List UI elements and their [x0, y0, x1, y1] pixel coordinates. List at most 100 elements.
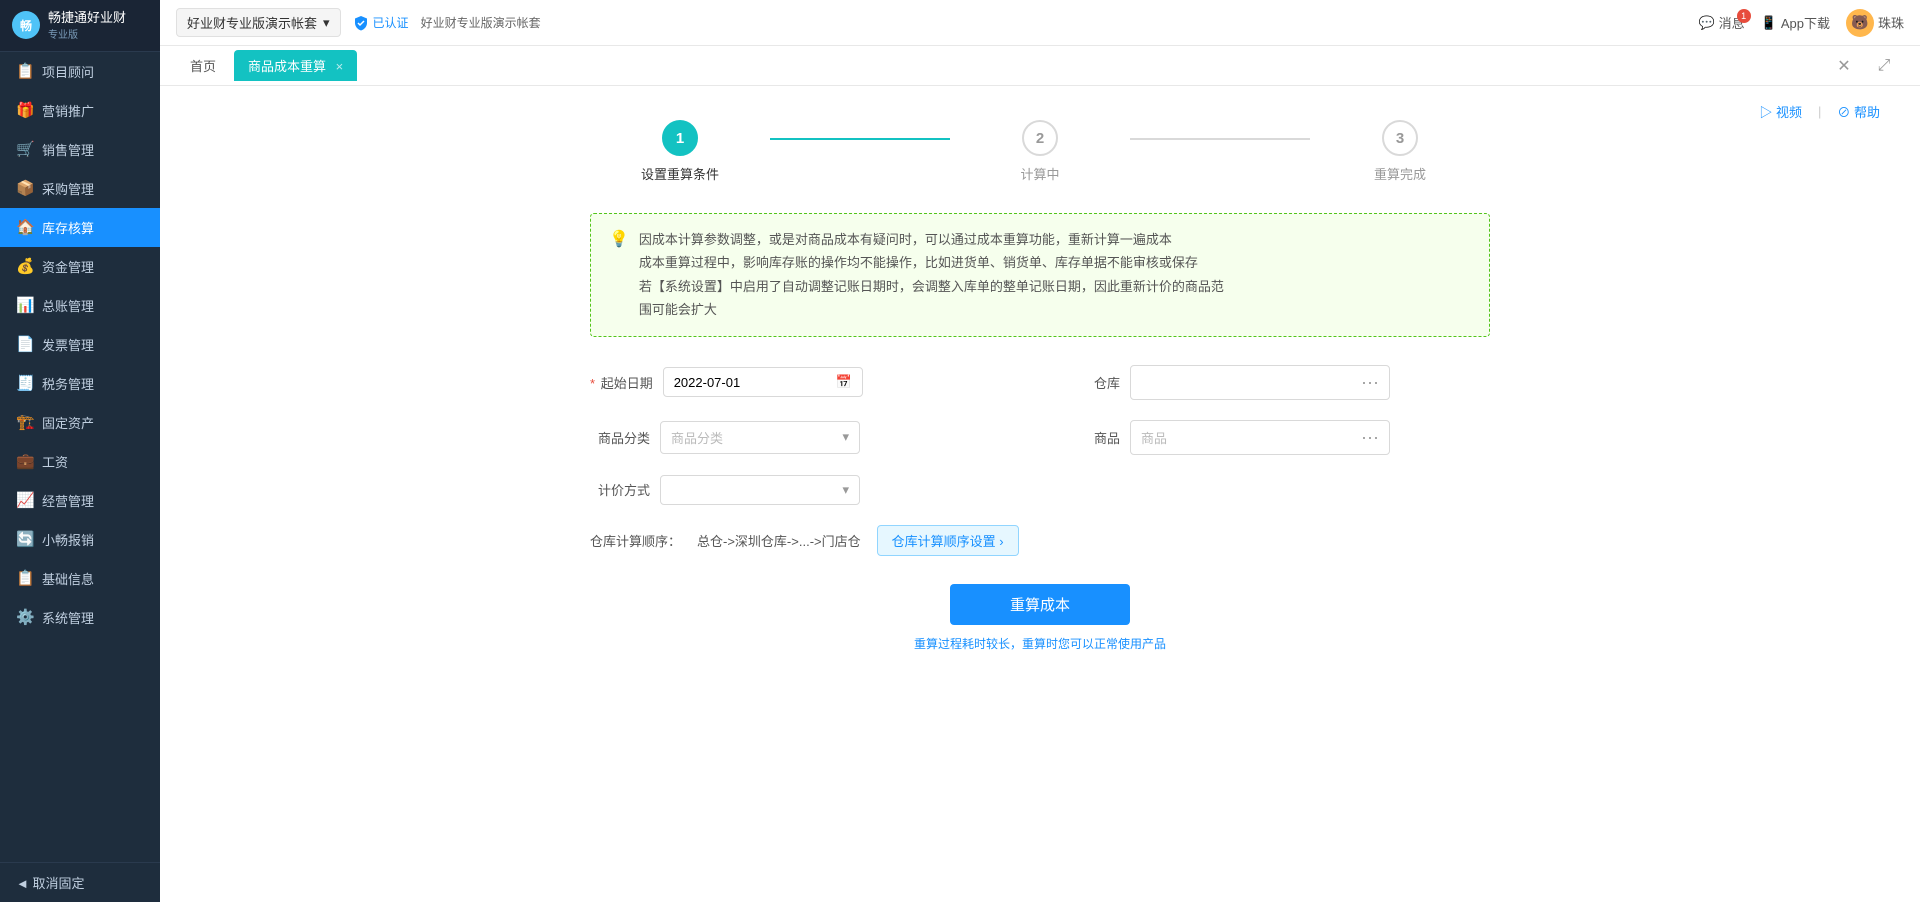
info-line-2: 成本重算过程中，影响库存账的操作均不能操作，比如进货单、销货单、库存单据不能审核… — [639, 251, 1224, 274]
tab-recalc-label: 商品成本重算 — [248, 59, 326, 74]
warehouse-field: 仓库 ··· — [1060, 365, 1490, 400]
warehouse-order-btn-label: 仓库计算顺序设置 › — [892, 531, 1004, 550]
phone-icon: 📱 — [1761, 15, 1777, 31]
chevron-down-icon: ▾ — [323, 15, 330, 31]
sidebar-item-sales[interactable]: 🛒 销售管理 — [0, 130, 160, 169]
step-1-circle: 1 — [662, 120, 698, 156]
sidebar-item-inventory[interactable]: 🏠 库存核算 — [0, 208, 160, 247]
sidebar-item-label: 税务管理 — [42, 374, 94, 393]
warehouse-picker-icon[interactable]: ··· — [1361, 372, 1379, 393]
sidebar-item-label: 资金管理 — [42, 257, 94, 276]
sales-icon: 🛒 — [16, 140, 34, 158]
sidebar-item-marketing[interactable]: 🎁 营销推广 — [0, 91, 160, 130]
sidebar-item-project[interactable]: 📋 项目顾问 — [0, 52, 160, 91]
sidebar-item-finance[interactable]: 💰 资金管理 — [0, 247, 160, 286]
verified-account-text: 好业财专业版演示帐套 — [421, 14, 541, 31]
start-date-field: * 起始日期 2022-07-01 📅 — [590, 367, 1020, 397]
sidebar-item-system[interactable]: ⚙️ 系统管理 — [0, 598, 160, 637]
user-emoji: 🐻 — [1851, 14, 1868, 31]
main-area: 好业财专业版演示帐套 ▾ 已认证 好业财专业版演示帐套 💬 消息 1 📱 App… — [160, 0, 1920, 902]
category-placeholder: 商品分类 — [671, 428, 723, 447]
goods-picker-icon[interactable]: ··· — [1361, 427, 1379, 448]
sidebar-item-assets[interactable]: 🏗️ 固定资产 — [0, 403, 160, 442]
form-row-1: * 起始日期 2022-07-01 📅 仓库 ··· — [590, 365, 1490, 400]
inventory-icon: 🏠 — [16, 218, 34, 236]
steps-container: 1 设置重算条件 2 计算中 3 重算完成 — [590, 110, 1490, 183]
goods-label: 商品 — [1060, 428, 1120, 447]
sidebar-item-tax[interactable]: 🧾 税务管理 — [0, 364, 160, 403]
sidebar-item-purchase[interactable]: 📦 采购管理 — [0, 169, 160, 208]
app-edition: 专业版 — [48, 26, 126, 41]
account-selector[interactable]: 好业财专业版演示帐套 ▾ — [176, 8, 341, 37]
goods-field: 商品 商品 ··· — [1060, 420, 1490, 455]
accounting-icon: 📊 — [16, 296, 34, 314]
help-button[interactable]: ⊘ 帮助 — [1837, 102, 1880, 121]
sidebar-item-label: 采购管理 — [42, 179, 94, 198]
form-row-2: 商品分类 商品分类 ▾ 商品 商品 ··· — [590, 420, 1490, 455]
account-name: 好业财专业版演示帐套 — [187, 13, 317, 32]
sidebar-item-basic[interactable]: 📋 基础信息 — [0, 559, 160, 598]
sidebar-item-expense[interactable]: 🔄 小畅报销 — [0, 520, 160, 559]
chevron-down-icon: ▾ — [842, 429, 849, 445]
app-name: 畅捷通好业财 — [48, 10, 126, 26]
info-line-4: 围可能会扩大 — [639, 298, 1224, 321]
recalc-section: 重算成本 重算过程耗时较长，重算时您可以正常使用产品 — [590, 584, 1490, 652]
sidebar-header: 畅 畅捷通好业财 专业版 — [0, 0, 160, 52]
recalc-hint: 重算过程耗时较长，重算时您可以正常使用产品 — [590, 635, 1490, 652]
tab-bar: 首页 商品成本重算 × ✕ ⤢ — [160, 46, 1920, 86]
tab-close-icon[interactable]: × — [336, 59, 344, 74]
basic-icon: 📋 — [16, 569, 34, 587]
step-3: 3 重算完成 — [1310, 120, 1490, 183]
sidebar-item-salary[interactable]: 💼 工资 — [0, 442, 160, 481]
tab-recalc[interactable]: 商品成本重算 × — [234, 50, 357, 81]
video-button[interactable]: ▷ 视频 — [1759, 102, 1802, 121]
category-label: 商品分类 — [590, 428, 650, 447]
warehouse-input[interactable]: ··· — [1130, 365, 1390, 400]
start-date-input[interactable]: 2022-07-01 📅 — [663, 367, 863, 397]
window-close-button[interactable]: ✕ — [1824, 46, 1864, 86]
tab-home-label: 首页 — [190, 59, 216, 74]
message-action[interactable]: 💬 消息 1 — [1698, 13, 1744, 32]
page-content: ▷ 视频 | ⊘ 帮助 1 设置重算条件 2 计算中 3 — [160, 86, 1920, 902]
recalc-button[interactable]: 重算成本 — [950, 584, 1130, 625]
app-download-label: App下载 — [1781, 13, 1830, 32]
logo-text: 畅 — [20, 17, 32, 34]
app-download-action[interactable]: 📱 App下载 — [1761, 13, 1830, 32]
start-date-value: 2022-07-01 — [674, 375, 741, 390]
warehouse-order-value: 总仓->深圳仓库->...->门店仓 — [697, 531, 861, 550]
salary-icon: 💼 — [16, 452, 34, 470]
warehouse-order-settings-button[interactable]: 仓库计算顺序设置 › — [877, 525, 1019, 556]
sidebar-item-label: 库存核算 — [42, 218, 94, 237]
calendar-icon[interactable]: 📅 — [836, 374, 852, 390]
step-line-2 — [1130, 138, 1310, 140]
expense-icon: 🔄 — [16, 530, 34, 548]
form-row-3: 计价方式 ▾ — [590, 475, 1490, 505]
category-field: 商品分类 商品分类 ▾ — [590, 421, 1020, 454]
marketing-icon: 🎁 — [16, 101, 34, 119]
goods-input[interactable]: 商品 ··· — [1130, 420, 1390, 455]
required-mark: * — [590, 376, 595, 391]
info-box-text: 因成本计算参数调整，或是对商品成本有疑问时，可以通过成本重算功能，重新计算一遍成… — [639, 228, 1224, 322]
sidebar-item-label: 经营管理 — [42, 491, 94, 510]
step-2-circle: 2 — [1022, 120, 1058, 156]
category-select[interactable]: 商品分类 ▾ — [660, 421, 860, 454]
user-profile[interactable]: 🐻 珠珠 — [1846, 9, 1904, 37]
step-1: 1 设置重算条件 — [590, 120, 770, 183]
notification-badge: 1 — [1737, 9, 1751, 23]
sidebar-item-label: 系统管理 — [42, 608, 94, 627]
sidebar-unpin[interactable]: ◄ 取消固定 — [0, 862, 160, 902]
sidebar-item-label: 固定资产 — [42, 413, 94, 432]
start-date-label: * 起始日期 — [590, 373, 653, 392]
tab-home[interactable]: 首页 — [176, 50, 230, 81]
step-3-label: 重算完成 — [1374, 164, 1426, 183]
user-name: 珠珠 — [1878, 13, 1904, 32]
window-expand-button[interactable]: ⤢ — [1864, 46, 1904, 86]
sidebar-item-invoice[interactable]: 📄 发票管理 — [0, 325, 160, 364]
step-3-circle: 3 — [1382, 120, 1418, 156]
pricing-field: 计价方式 ▾ — [590, 475, 1020, 505]
sidebar-item-operations[interactable]: 📈 经营管理 — [0, 481, 160, 520]
project-icon: 📋 — [16, 62, 34, 80]
pricing-select[interactable]: ▾ — [660, 475, 860, 505]
sidebar-item-accounting[interactable]: 📊 总账管理 — [0, 286, 160, 325]
invoice-icon: 📄 — [16, 335, 34, 353]
